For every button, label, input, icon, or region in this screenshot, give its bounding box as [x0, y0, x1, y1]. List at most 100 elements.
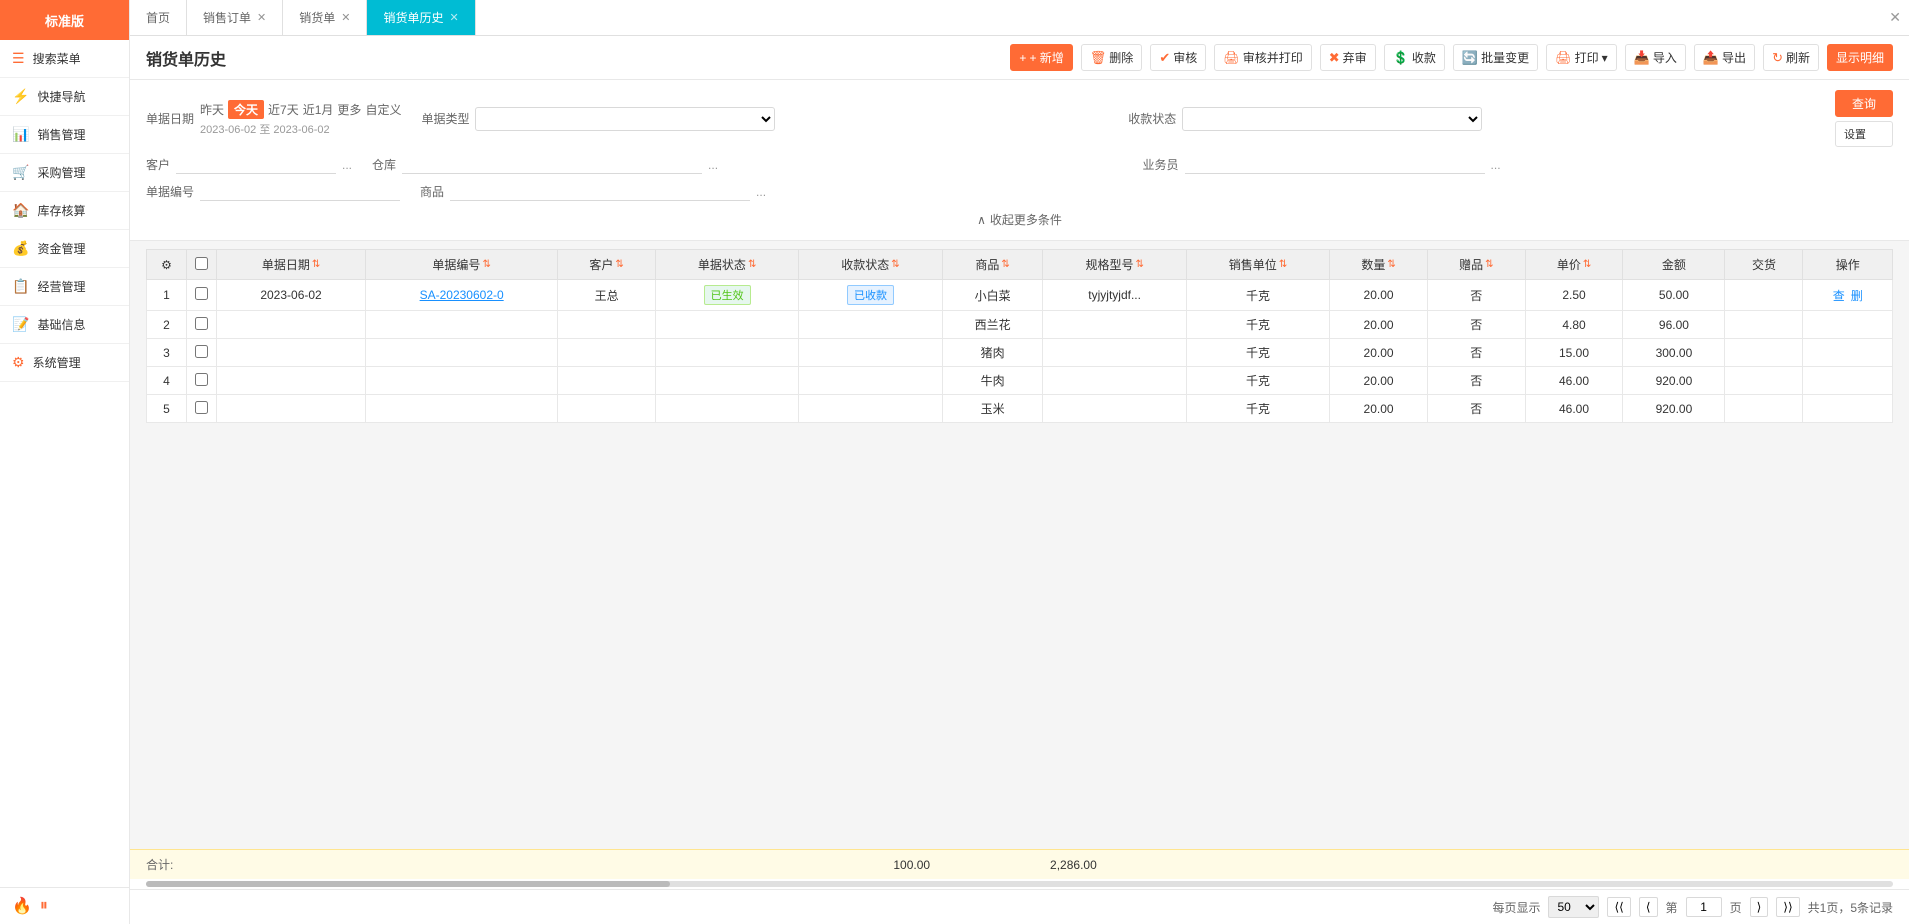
doc-no-sort[interactable]: 单据编号 ⇅: [374, 256, 549, 273]
row-checkbox[interactable]: [195, 317, 208, 330]
row-actions-cell[interactable]: [1803, 367, 1893, 395]
staff-input[interactable]: [1185, 155, 1485, 174]
doc-type-select[interactable]: [475, 107, 775, 131]
date-shortcut-custom[interactable]: 自定义: [365, 101, 401, 118]
settings-button[interactable]: 设置: [1835, 121, 1893, 147]
tab-sales-order[interactable]: 销售订单 ✕: [187, 0, 283, 35]
pause-icon[interactable]: ⏸: [40, 897, 48, 915]
doc-no-link[interactable]: SA-20230602-0: [420, 288, 504, 302]
row-checkbox[interactable]: [195, 373, 208, 386]
sidebar-item-system-mgmt[interactable]: ⚙ 系统管理: [0, 344, 129, 382]
date-shortcut-yesterday[interactable]: 昨天: [200, 101, 224, 118]
print-button[interactable]: 🖨 打印 ▾: [1546, 44, 1617, 71]
warehouse-input[interactable]: [402, 155, 702, 174]
row-payment-status-cell: [799, 339, 942, 367]
abandon-button[interactable]: ✖ 弃审: [1320, 44, 1376, 71]
row-checkbox-cell[interactable]: [187, 395, 217, 423]
page-number-input[interactable]: [1686, 897, 1722, 917]
doc-no-input[interactable]: [200, 182, 400, 201]
date-shortcut-today[interactable]: 今天: [228, 100, 264, 119]
sidebar-item-basic-info[interactable]: 📝 基础信息: [0, 306, 129, 344]
prev-page-button[interactable]: ⟨: [1639, 897, 1658, 917]
row-checkbox-cell[interactable]: [187, 367, 217, 395]
sales-unit-sort[interactable]: 销售单位 ⇅: [1195, 256, 1321, 273]
batch-change-button[interactable]: 🔄 批量变更: [1453, 44, 1538, 71]
customer-ellipsis[interactable]: ...: [342, 158, 352, 172]
sidebar-item-inventory-calc[interactable]: 🏠 库存核算: [0, 192, 129, 230]
col-doc-no: 单据编号 ⇅: [366, 250, 558, 280]
tab-sales-goods-close[interactable]: ✕: [341, 11, 350, 24]
date-shortcut-7days[interactable]: 近7天: [268, 101, 299, 118]
col-doc-date: 单据日期 ⇅: [217, 250, 366, 280]
query-button[interactable]: 查询: [1835, 90, 1893, 117]
tab-sales-history-close[interactable]: ✕: [450, 11, 459, 24]
date-shortcut-more[interactable]: 更多: [337, 101, 361, 118]
action-btn-删[interactable]: 删: [1851, 287, 1863, 304]
sidebar-item-label: 资金管理: [37, 240, 85, 257]
sidebar-item-sales-mgmt[interactable]: 📊 销售管理: [0, 116, 129, 154]
row-checkbox[interactable]: [195, 345, 208, 358]
customer-sort[interactable]: 客户 ⇅: [566, 256, 647, 273]
tab-close-all[interactable]: ✕: [1889, 9, 1909, 26]
delete-button[interactable]: 🗑 删除: [1081, 44, 1143, 71]
export-button[interactable]: 📤 导出: [1694, 44, 1755, 71]
spec-sort[interactable]: 规格型号 ⇅: [1051, 256, 1177, 273]
row-actions-cell[interactable]: 查删: [1803, 280, 1893, 311]
delete-label: 删除: [1109, 49, 1133, 66]
tab-sales-history[interactable]: 销货单历史 ✕: [367, 0, 475, 35]
fire-icon[interactable]: 🔥: [12, 896, 32, 916]
review-label: 审核: [1173, 49, 1197, 66]
staff-ellipsis[interactable]: ...: [1491, 158, 1501, 172]
row-actions-cell[interactable]: [1803, 311, 1893, 339]
sidebar-item-operations-mgmt[interactable]: 📋 经营管理: [0, 268, 129, 306]
sidebar-item-search-menu[interactable]: ☰ 搜索菜单: [0, 40, 129, 78]
refresh-button[interactable]: ↻ 刷新: [1763, 44, 1819, 71]
select-all-checkbox[interactable]: [195, 257, 208, 270]
goods-ellipsis[interactable]: ...: [756, 185, 766, 199]
gift-sort[interactable]: 赠品 ⇅: [1436, 256, 1517, 273]
first-page-button[interactable]: ⟨⟨: [1607, 897, 1630, 917]
row-checkbox-cell[interactable]: [187, 339, 217, 367]
warehouse-ellipsis[interactable]: ...: [708, 158, 718, 172]
unit-price-sort[interactable]: 单价 ⇅: [1534, 256, 1615, 273]
payment-status-select[interactable]: [1182, 107, 1482, 131]
add-button[interactable]: + + 新增: [1010, 44, 1072, 71]
review-print-button[interactable]: 🖨 审核并打印: [1214, 44, 1312, 71]
sidebar-item-finance-mgmt[interactable]: 💰 资金管理: [0, 230, 129, 268]
sidebar-item-quick-nav[interactable]: ⚡ 快捷导航: [0, 78, 129, 116]
row-actions-cell[interactable]: [1803, 395, 1893, 423]
tab-home[interactable]: 首页: [130, 0, 187, 35]
review-button[interactable]: ✔ 审核: [1150, 44, 1206, 71]
row-checkbox-cell[interactable]: [187, 280, 217, 311]
tab-sales-order-close[interactable]: ✕: [257, 11, 266, 24]
col-settings[interactable]: ⚙: [147, 250, 187, 280]
collapse-button[interactable]: ∧ 收起更多条件: [969, 209, 1070, 230]
doc-status-sort[interactable]: 单据状态 ⇅: [664, 256, 790, 273]
row-actions-cell[interactable]: [1803, 339, 1893, 367]
row-doc-status-cell: [655, 339, 798, 367]
customer-input[interactable]: [176, 155, 336, 174]
row-checkbox[interactable]: [195, 401, 208, 414]
row-doc-no-cell[interactable]: SA-20230602-0: [366, 280, 558, 311]
row-checkbox[interactable]: [195, 287, 208, 300]
goods-input[interactable]: [450, 182, 750, 201]
filter-payment-status-field: 收款状态: [1128, 107, 1815, 131]
date-shortcut-1month[interactable]: 近1月: [303, 101, 334, 118]
import-button[interactable]: 📥 导入: [1625, 44, 1686, 71]
show-detail-button[interactable]: 显示明细: [1827, 44, 1893, 71]
last-page-button[interactable]: ⟩⟩: [1776, 897, 1799, 917]
next-page-button[interactable]: ⟩: [1750, 897, 1769, 917]
sidebar-item-purchase-mgmt[interactable]: 🛒 采购管理: [0, 154, 129, 192]
tab-sales-goods[interactable]: 销货单 ✕: [283, 0, 367, 35]
scrollbar-thumb[interactable]: [146, 881, 670, 887]
goods-sort[interactable]: 商品 ⇅: [951, 256, 1035, 273]
payment-status-sort[interactable]: 收款状态 ⇅: [807, 256, 933, 273]
row-payment-status-cell: [799, 395, 942, 423]
receive-button[interactable]: 💲 收款: [1384, 44, 1445, 71]
horizontal-scrollbar[interactable]: [146, 881, 1893, 887]
doc-date-sort[interactable]: 单据日期 ⇅: [225, 256, 357, 273]
action-btn-查[interactable]: 查: [1833, 287, 1845, 304]
row-checkbox-cell[interactable]: [187, 311, 217, 339]
per-page-select[interactable]: 50 10 20 100: [1548, 896, 1599, 918]
qty-sort[interactable]: 数量 ⇅: [1338, 256, 1419, 273]
